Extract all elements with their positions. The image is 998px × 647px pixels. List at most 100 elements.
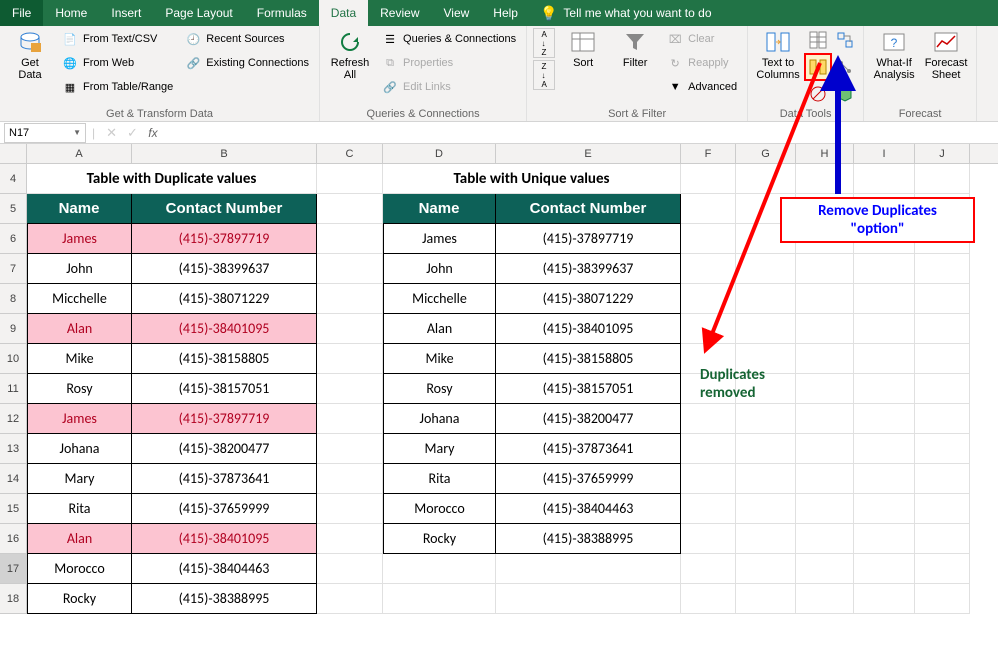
cell[interactable] — [681, 254, 736, 284]
cell[interactable] — [854, 404, 915, 434]
row-header[interactable]: 18 — [0, 584, 27, 614]
tab-help[interactable]: Help — [481, 0, 530, 26]
cell[interactable] — [736, 164, 796, 194]
cell[interactable]: Name — [383, 194, 496, 224]
cell[interactable] — [317, 374, 383, 404]
cell[interactable]: (415)-37897719 — [132, 404, 317, 434]
cell[interactable] — [736, 494, 796, 524]
col-header[interactable]: E — [496, 144, 681, 163]
col-header[interactable]: B — [132, 144, 317, 163]
cell[interactable]: (415)-38399637 — [496, 254, 681, 284]
cell[interactable] — [915, 284, 970, 314]
cell[interactable]: Table with Unique values — [383, 164, 681, 194]
existing-connections-button[interactable]: 🔗Existing Connections — [181, 52, 313, 74]
cell[interactable] — [317, 284, 383, 314]
cell[interactable]: Mary — [27, 464, 132, 494]
cell[interactable] — [681, 524, 736, 554]
cell[interactable] — [681, 224, 736, 254]
cell[interactable] — [736, 344, 796, 374]
from-web-button[interactable]: 🌐From Web — [58, 52, 177, 74]
cell[interactable] — [915, 344, 970, 374]
confirm-formula-button[interactable]: ✓ — [122, 125, 143, 141]
cell[interactable] — [854, 524, 915, 554]
row-header[interactable]: 14 — [0, 464, 27, 494]
cell[interactable] — [681, 194, 736, 224]
tab-data[interactable]: Data — [319, 0, 368, 26]
data-validation-button[interactable] — [806, 82, 830, 106]
row-header[interactable]: 12 — [0, 404, 27, 434]
tab-home[interactable]: Home — [43, 0, 99, 26]
cell[interactable]: Alan — [383, 314, 496, 344]
cell[interactable] — [317, 434, 383, 464]
cell[interactable] — [681, 434, 736, 464]
col-header[interactable]: A — [27, 144, 132, 163]
cell[interactable] — [854, 164, 915, 194]
cell[interactable]: (415)-38200477 — [132, 434, 317, 464]
cell[interactable]: (415)-37873641 — [496, 434, 681, 464]
sort-button[interactable]: Sort — [559, 28, 607, 71]
relationships-button[interactable] — [833, 55, 857, 79]
cell[interactable] — [317, 524, 383, 554]
cell[interactable] — [796, 284, 854, 314]
cell[interactable] — [854, 344, 915, 374]
cell[interactable] — [317, 584, 383, 614]
cell[interactable] — [383, 584, 496, 614]
cell[interactable]: Rosy — [27, 374, 132, 404]
cell[interactable]: James — [27, 404, 132, 434]
cell[interactable] — [915, 494, 970, 524]
cell[interactable] — [681, 554, 736, 584]
cell[interactable]: Johana — [383, 404, 496, 434]
cell[interactable] — [496, 554, 681, 584]
cell[interactable] — [796, 224, 854, 254]
cell[interactable] — [736, 434, 796, 464]
cell[interactable] — [915, 374, 970, 404]
cell[interactable]: Rocky — [383, 524, 496, 554]
cell[interactable]: Rosy — [383, 374, 496, 404]
cell[interactable] — [317, 344, 383, 374]
cell[interactable] — [736, 284, 796, 314]
reapply-filter-button[interactable]: ↻Reapply — [663, 52, 741, 74]
select-all-corner[interactable] — [0, 144, 27, 163]
cell[interactable]: Mike — [27, 344, 132, 374]
cell[interactable] — [681, 404, 736, 434]
sort-asc-button[interactable]: A↓Z — [533, 28, 555, 58]
cell[interactable] — [915, 584, 970, 614]
queries-connections-button[interactable]: ☰Queries & Connections — [378, 28, 520, 50]
cell[interactable]: Micchelle — [383, 284, 496, 314]
tab-review[interactable]: Review — [368, 0, 431, 26]
cell[interactable]: John — [27, 254, 132, 284]
cell[interactable] — [915, 164, 970, 194]
cell[interactable] — [681, 284, 736, 314]
forecast-sheet-button[interactable]: Forecast Sheet — [922, 28, 970, 83]
what-if-analysis-button[interactable]: ? What-If Analysis — [870, 28, 918, 83]
cell[interactable] — [736, 194, 796, 224]
advanced-filter-button[interactable]: ▼Advanced — [663, 76, 741, 98]
cell[interactable] — [915, 224, 970, 254]
cell[interactable] — [854, 434, 915, 464]
refresh-all-button[interactable]: Refresh All — [326, 28, 374, 83]
cell[interactable] — [383, 554, 496, 584]
col-header[interactable]: D — [383, 144, 496, 163]
consolidate-button[interactable] — [833, 28, 857, 52]
cell[interactable] — [317, 314, 383, 344]
cell[interactable]: Alan — [27, 524, 132, 554]
from-text-csv-button[interactable]: 📄From Text/CSV — [58, 28, 177, 50]
cell[interactable]: Name — [27, 194, 132, 224]
cell[interactable] — [681, 494, 736, 524]
col-header[interactable]: H — [796, 144, 854, 163]
cell[interactable] — [736, 554, 796, 584]
cell[interactable] — [854, 494, 915, 524]
tab-formulas[interactable]: Formulas — [245, 0, 319, 26]
tab-file[interactable]: File — [0, 0, 43, 26]
cell[interactable] — [736, 464, 796, 494]
tab-insert[interactable]: Insert — [99, 0, 153, 26]
cell[interactable]: Rita — [383, 464, 496, 494]
cell[interactable] — [796, 524, 854, 554]
get-data-button[interactable]: Get Data — [6, 28, 54, 83]
cell[interactable]: (415)-38404463 — [132, 554, 317, 584]
cell[interactable] — [915, 194, 970, 224]
row-header[interactable]: 16 — [0, 524, 27, 554]
cell[interactable] — [796, 584, 854, 614]
sort-desc-button[interactable]: Z↓A — [533, 60, 555, 90]
cell[interactable]: Table with Duplicate values — [27, 164, 317, 194]
